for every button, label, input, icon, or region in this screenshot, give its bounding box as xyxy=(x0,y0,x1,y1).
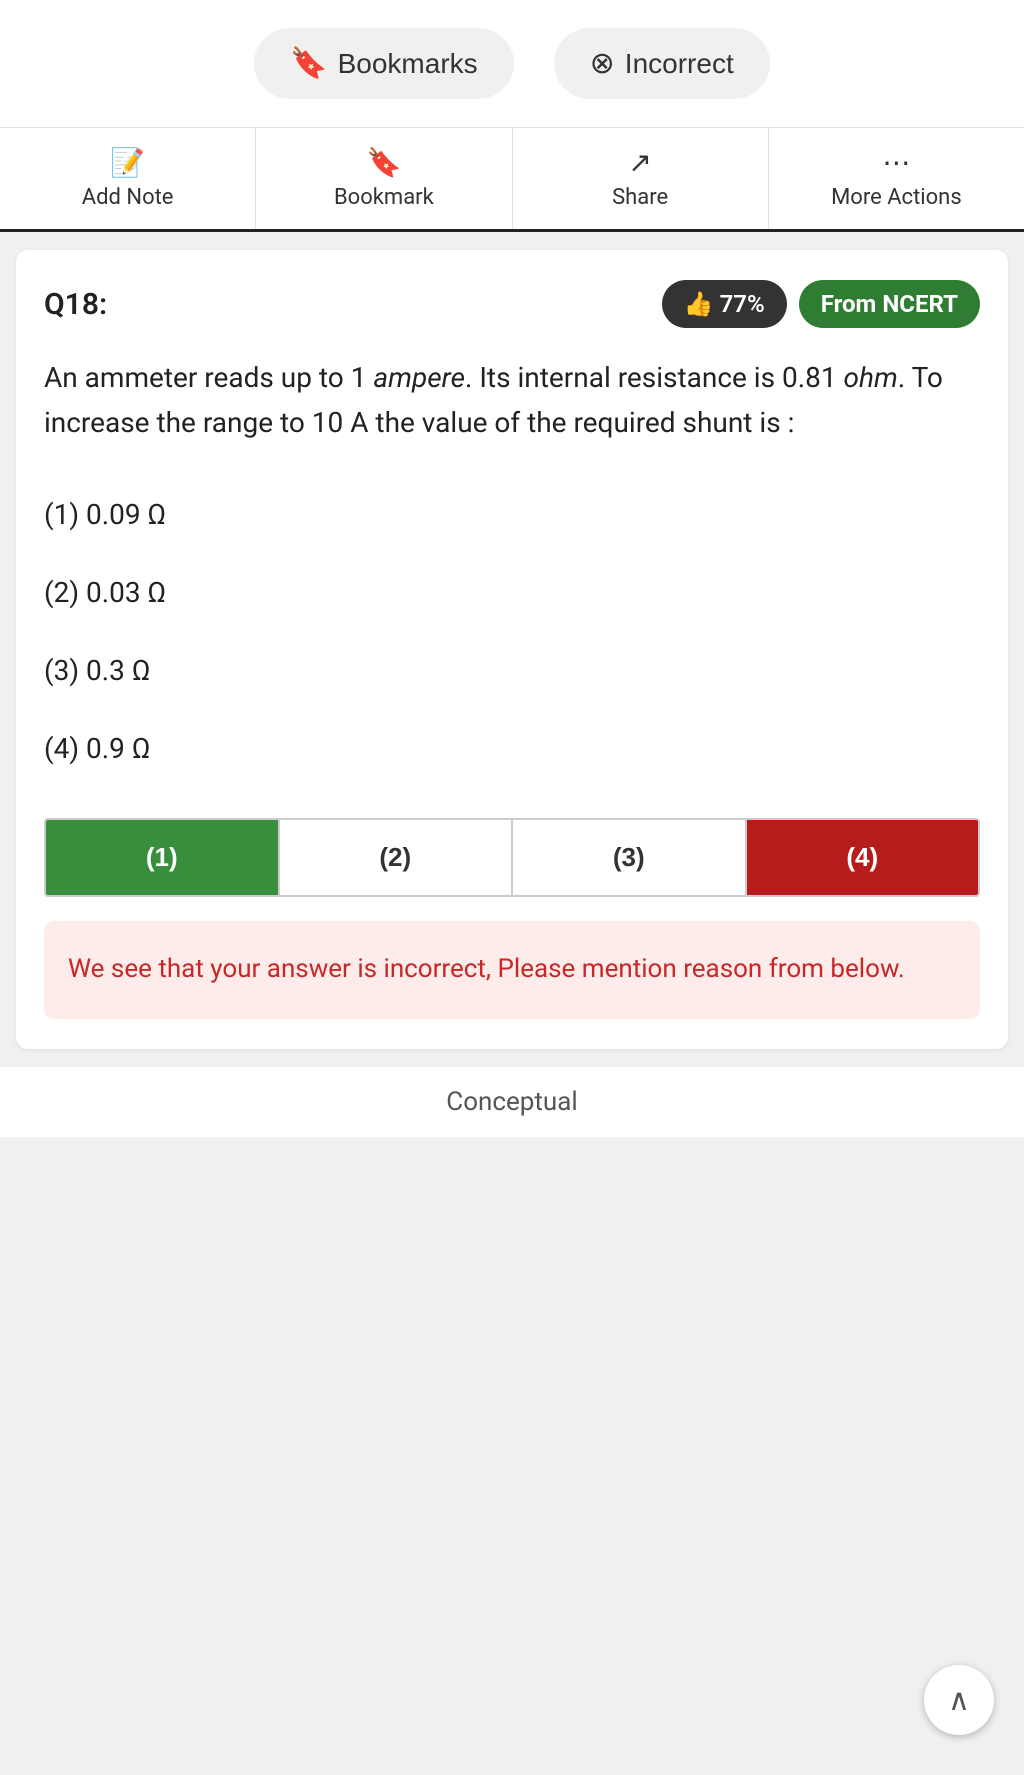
scroll-up-icon: ∧ xyxy=(948,1683,970,1718)
answer-btn-3[interactable]: (3) xyxy=(513,820,747,895)
bookmarks-button[interactable]: 🔖 Bookmarks xyxy=(254,28,513,99)
options-list: (1) 0.09 Ω (2) 0.03 Ω (3) 0.3 Ω (4) 0.9 … xyxy=(44,476,980,788)
ncert-badge: From NCERT xyxy=(799,280,980,328)
share-label: Share xyxy=(612,185,668,211)
add-note-label: Add Note xyxy=(82,185,174,211)
incorrect-icon: ⊗ xyxy=(590,46,615,81)
question-card: Q18: 👍 77% From NCERT An ammeter reads u… xyxy=(16,250,1008,1048)
option-4: (4) 0.9 Ω xyxy=(44,710,980,788)
answer-btn-4[interactable]: (4) xyxy=(747,820,979,895)
option-1: (1) 0.09 Ω xyxy=(44,476,980,554)
add-note-icon: 📝 xyxy=(110,146,145,179)
incorrect-label: Incorrect xyxy=(625,48,734,80)
question-text: An ammeter reads up to 1 ampere. Its int… xyxy=(44,356,980,446)
feedback-box: We see that your answer is incorrect, Pl… xyxy=(44,921,980,1019)
option-2: (2) 0.03 Ω xyxy=(44,554,980,632)
more-actions-action[interactable]: ⋯ More Actions xyxy=(769,128,1024,229)
bookmark-action-label: Bookmark xyxy=(334,185,434,211)
more-actions-label: More Actions xyxy=(831,185,962,211)
bookmarks-label: Bookmarks xyxy=(338,48,478,80)
feedback-text: We see that your answer is incorrect, Pl… xyxy=(68,949,956,991)
question-number: Q18: xyxy=(44,287,107,322)
bookmark-action[interactable]: 🔖 Bookmark xyxy=(256,128,512,229)
answer-btn-2[interactable]: (2) xyxy=(280,820,514,895)
question-header: Q18: 👍 77% From NCERT xyxy=(44,280,980,328)
incorrect-button[interactable]: ⊗ Incorrect xyxy=(554,28,770,99)
more-actions-icon: ⋯ xyxy=(882,146,910,179)
bottom-label: Conceptual xyxy=(0,1067,1024,1137)
scroll-up-button[interactable]: ∧ xyxy=(924,1665,994,1735)
action-bar: 📝 Add Note 🔖 Bookmark ↗ Share ⋯ More Act… xyxy=(0,128,1024,232)
add-note-action[interactable]: 📝 Add Note xyxy=(0,128,256,229)
option-3: (3) 0.3 Ω xyxy=(44,632,980,710)
bookmark-icon: 🔖 xyxy=(290,46,327,81)
share-action[interactable]: ↗ Share xyxy=(513,128,769,229)
percent-badge: 👍 77% xyxy=(662,280,787,328)
answer-buttons: (1) (2) (3) (4) xyxy=(44,818,980,897)
badges: 👍 77% From NCERT xyxy=(662,280,980,328)
answer-btn-1[interactable]: (1) xyxy=(46,820,280,895)
bookmark-action-icon: 🔖 xyxy=(366,146,401,179)
top-bar: 🔖 Bookmarks ⊗ Incorrect xyxy=(0,0,1024,128)
share-icon: ↗ xyxy=(628,146,651,179)
